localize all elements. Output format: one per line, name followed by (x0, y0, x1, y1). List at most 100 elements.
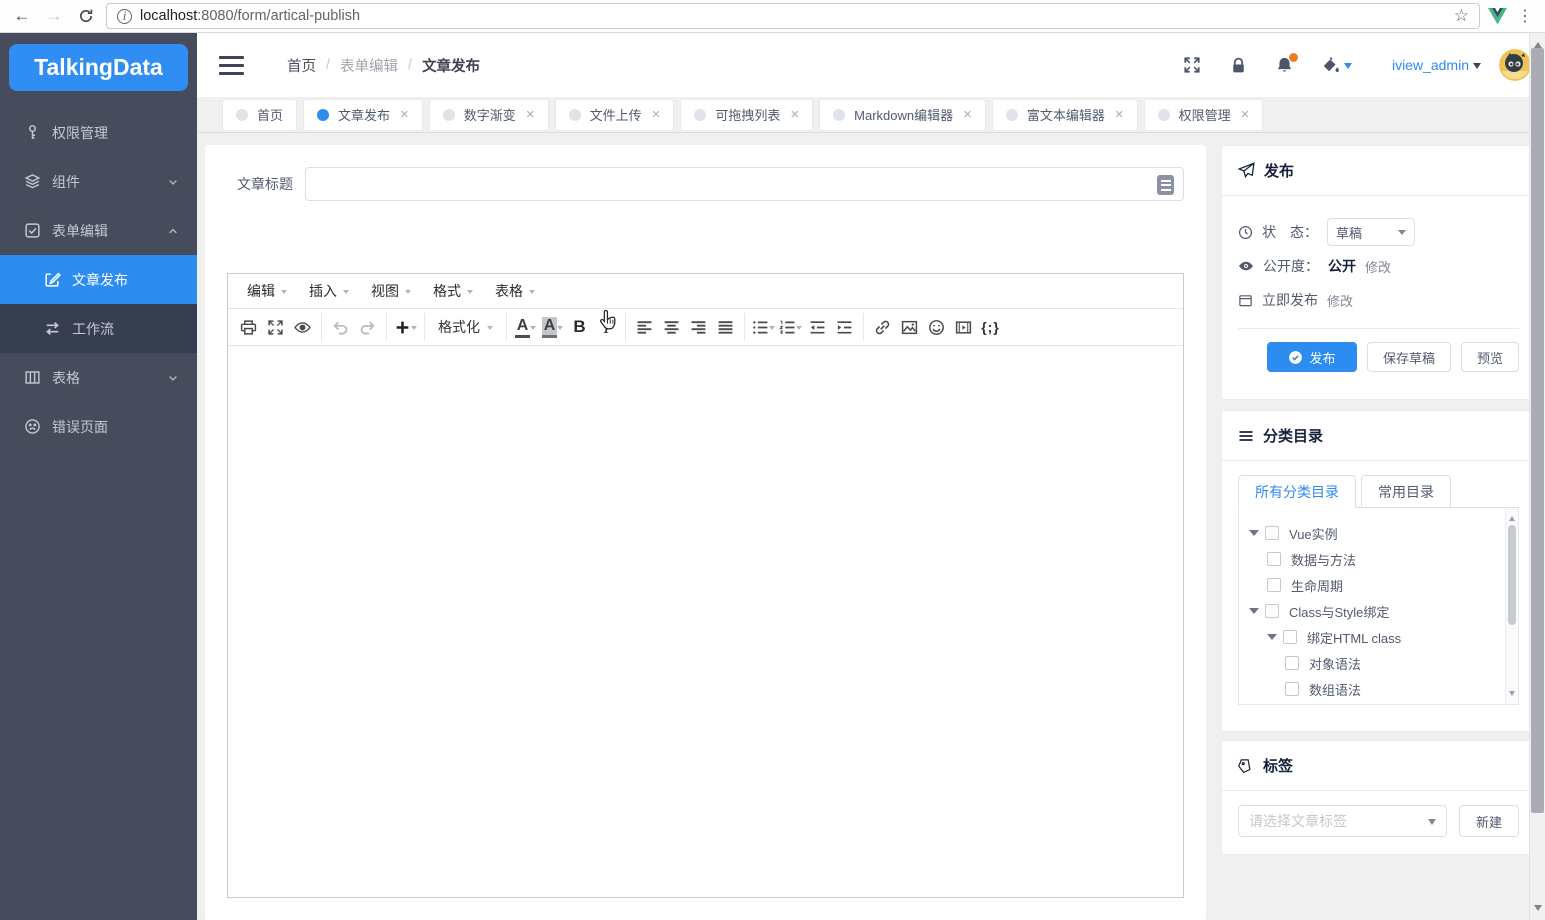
link-icon[interactable] (869, 313, 896, 341)
menu-edit[interactable]: 编辑 (236, 276, 298, 306)
indent-icon[interactable] (831, 313, 858, 341)
formats-dropdown[interactable]: 格式化 (430, 317, 501, 337)
media-icon[interactable] (950, 313, 977, 341)
tab-home[interactable]: 首页 (222, 98, 298, 131)
refresh-icon[interactable] (74, 4, 98, 28)
tree-item[interactable]: Class与Style绑定 (1249, 598, 1504, 624)
address-bar[interactable]: i localhost:8080/form/artical-publish ☆ (106, 3, 1480, 29)
redo-icon[interactable] (354, 313, 381, 341)
scroll-down-icon[interactable] (1509, 691, 1515, 699)
emoji-icon[interactable] (923, 313, 950, 341)
vue-devtools-icon[interactable] (1488, 7, 1507, 25)
insert-plus-icon[interactable] (392, 313, 419, 341)
bell-icon[interactable] (1275, 52, 1298, 75)
publish-button[interactable]: 发布 (1266, 342, 1357, 372)
tree-checkbox[interactable] (1283, 630, 1297, 644)
article-title-input[interactable] (306, 168, 1183, 200)
close-icon[interactable]: × (963, 107, 972, 122)
scrollbar-thumb[interactable] (1531, 48, 1544, 813)
numbered-list-icon[interactable] (777, 313, 804, 341)
align-left-icon[interactable] (631, 313, 658, 341)
visibility-edit-link[interactable]: 修改 (1365, 257, 1391, 276)
tab-richtext-editor[interactable]: 富文本编辑器 × (991, 98, 1138, 131)
schedule-edit-link[interactable]: 修改 (1327, 291, 1353, 310)
close-icon[interactable]: × (400, 107, 409, 122)
preview-eye-icon[interactable] (289, 313, 316, 341)
fullscreen-icon[interactable] (262, 313, 289, 341)
text-color-icon[interactable]: A (512, 313, 539, 341)
tree-item[interactable]: 绑定HTML class (1267, 624, 1504, 650)
close-icon[interactable]: × (652, 107, 661, 122)
outdent-icon[interactable] (804, 313, 831, 341)
tree-scrollbar[interactable] (1505, 508, 1518, 704)
lock-icon[interactable] (1229, 56, 1248, 75)
scroll-down-icon[interactable] (1534, 905, 1542, 915)
menu-insert[interactable]: 插入 (298, 276, 360, 306)
tree-item[interactable]: 生命周期 (1267, 572, 1504, 598)
tree-checkbox[interactable] (1285, 682, 1299, 696)
tree-item[interactable]: 对象语法 (1285, 650, 1504, 676)
image-icon[interactable] (896, 313, 923, 341)
tree-checkbox[interactable] (1267, 578, 1281, 592)
tree-caret-icon[interactable] (1249, 530, 1259, 541)
italic-icon[interactable]: I (593, 313, 620, 341)
align-right-icon[interactable] (685, 313, 712, 341)
close-icon[interactable]: × (1241, 107, 1250, 122)
bullet-list-icon[interactable] (750, 313, 777, 341)
menu-view[interactable]: 视图 (360, 276, 422, 306)
tree-checkbox[interactable] (1265, 604, 1279, 618)
tree-caret-icon[interactable] (1267, 634, 1277, 645)
save-draft-button[interactable]: 保存草稿 (1366, 342, 1451, 372)
new-tag-button[interactable]: 新建 (1459, 805, 1519, 837)
tab-number-gradient[interactable]: 数字渐变 × (428, 98, 549, 131)
avatar[interactable] (1499, 49, 1531, 81)
tree-item[interactable]: 数据与方法 (1267, 546, 1504, 572)
status-select[interactable]: 草稿 (1327, 218, 1415, 246)
sidebar-item-error-pages[interactable]: 错误页面 (0, 402, 197, 451)
sidebar-item-form-edit[interactable]: 表单编辑 (0, 206, 197, 255)
tab-common-categories[interactable]: 常用目录 (1361, 475, 1451, 508)
tree-checkbox[interactable] (1285, 656, 1299, 670)
back-icon[interactable]: ← (10, 4, 34, 28)
sidebar-item-components[interactable]: 组件 (0, 157, 197, 206)
tab-draggable-list[interactable]: 可拖拽列表 × (680, 98, 814, 131)
sidebar-item-workflow[interactable]: 工作流 (0, 304, 197, 353)
bookmark-star-icon[interactable]: ☆ (1454, 6, 1469, 26)
theme-fill-icon[interactable] (1321, 56, 1352, 75)
close-icon[interactable]: × (790, 107, 799, 122)
editor-content-area[interactable] (228, 346, 1183, 897)
sidebar-item-tables[interactable]: 表格 (0, 353, 197, 402)
breadcrumb-form-edit[interactable]: 表单编辑 (340, 55, 398, 76)
tree-checkbox[interactable] (1267, 552, 1281, 566)
kebab-menu-icon[interactable]: ⋮ (1515, 6, 1535, 26)
align-center-icon[interactable] (658, 313, 685, 341)
menu-table[interactable]: 表格 (484, 276, 546, 306)
scroll-up-icon[interactable] (1534, 38, 1542, 48)
tree-checkbox[interactable] (1265, 526, 1279, 540)
title-suffix-icon[interactable] (1157, 175, 1174, 195)
sidebar-toggle-icon[interactable] (219, 55, 244, 75)
scrollbar-thumb[interactable] (1508, 525, 1516, 625)
tree-item[interactable]: Vue实例 (1249, 520, 1504, 546)
sidebar-item-article-publish[interactable]: 文章发布 (0, 255, 197, 304)
tab-file-upload[interactable]: 文件上传 × (554, 98, 675, 131)
print-icon[interactable] (235, 313, 262, 341)
close-icon[interactable]: × (526, 107, 535, 122)
tab-permissions[interactable]: 权限管理 × (1143, 98, 1264, 131)
background-color-icon[interactable]: A (539, 313, 566, 341)
tree-caret-icon[interactable] (1249, 608, 1259, 619)
tab-all-categories[interactable]: 所有分类目录 (1238, 475, 1356, 509)
sidebar-item-permissions[interactable]: 权限管理 (0, 108, 197, 157)
page-scrollbar[interactable] (1529, 33, 1545, 920)
user-menu[interactable]: iview_admin (1392, 57, 1481, 73)
preview-button[interactable]: 预览 (1460, 342, 1519, 372)
app-logo[interactable]: TalkingData (9, 44, 188, 91)
tag-select[interactable]: 请选择文章标签 (1238, 805, 1447, 837)
forward-icon[interactable]: → (42, 4, 66, 28)
tree-item[interactable]: 数组语法 (1285, 676, 1504, 702)
tab-markdown-editor[interactable]: Markdown编辑器 × (819, 98, 986, 131)
scroll-up-icon[interactable] (1509, 513, 1515, 521)
breadcrumb-home[interactable]: 首页 (287, 55, 316, 76)
bold-icon[interactable]: B (566, 313, 593, 341)
undo-icon[interactable] (327, 313, 354, 341)
